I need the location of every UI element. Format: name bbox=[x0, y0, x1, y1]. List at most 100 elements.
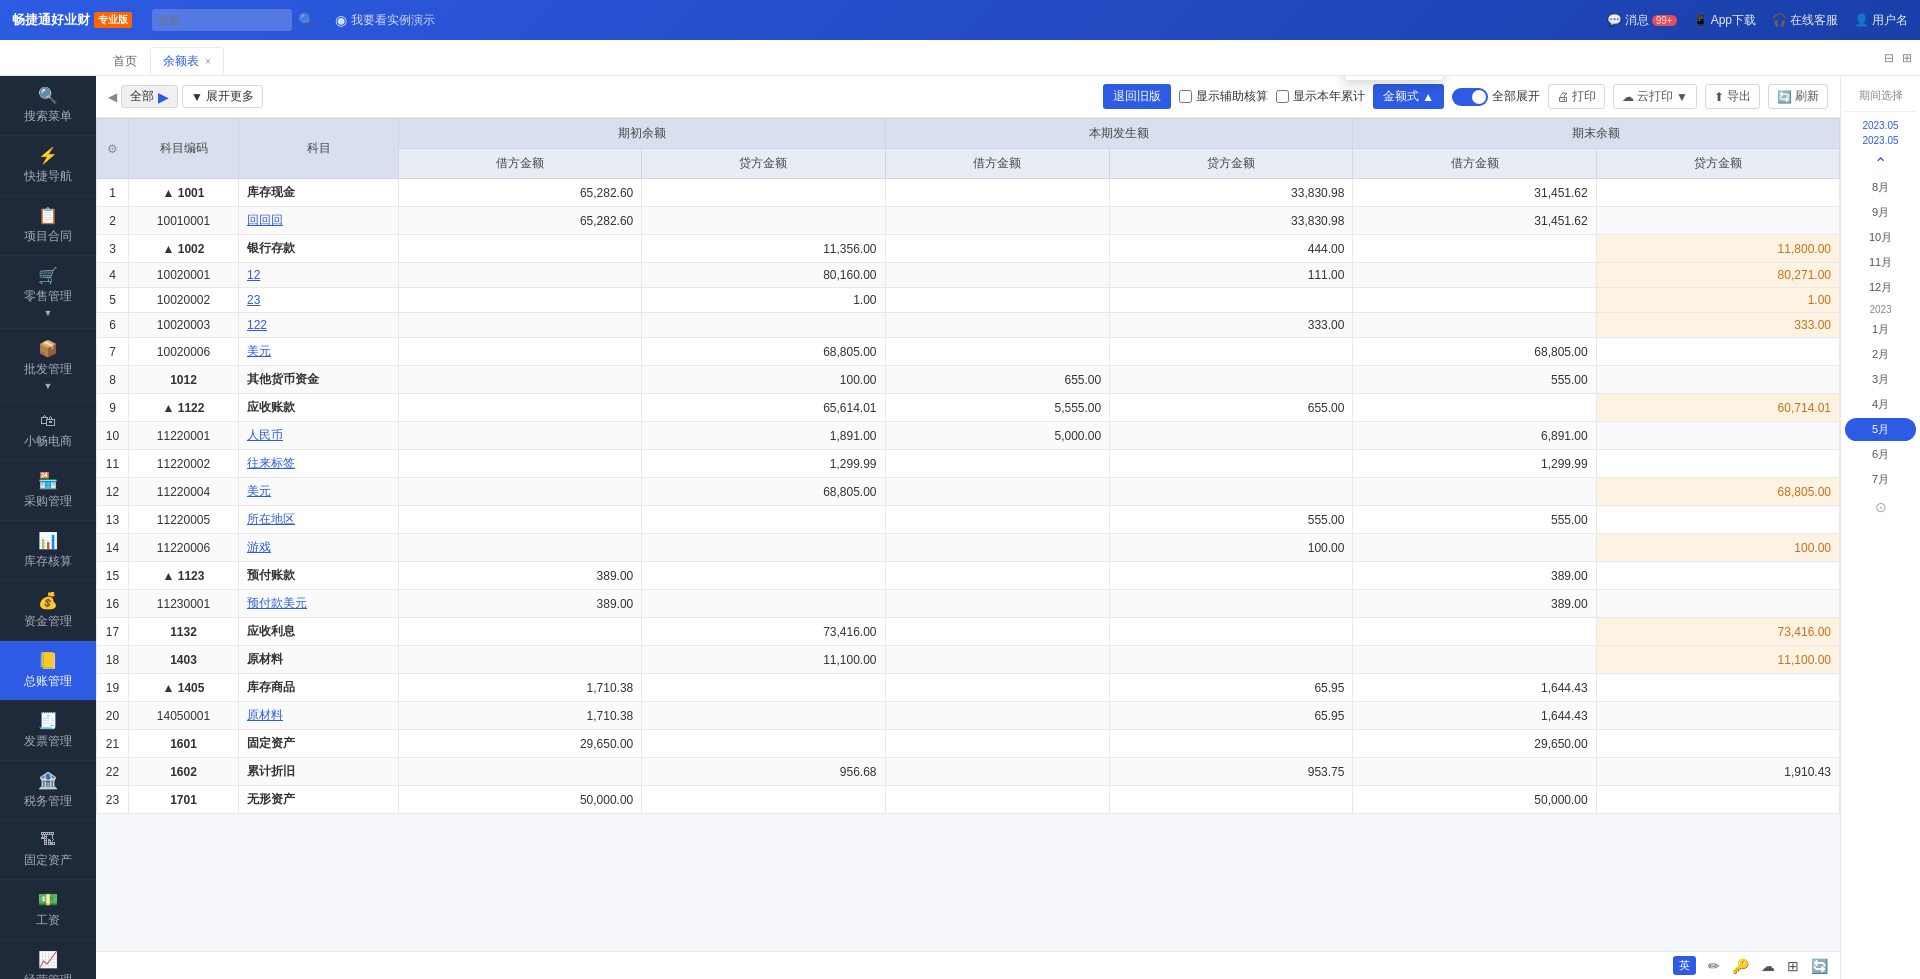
expand-button[interactable]: ▼ 展开更多 bbox=[182, 85, 263, 108]
sidebar-item-finance[interactable]: 💰 资金管理 bbox=[0, 581, 96, 641]
refresh-button[interactable]: 🔄 刷新 bbox=[1768, 84, 1828, 109]
sidebar-item-salary[interactable]: 💵 工资 bbox=[0, 880, 96, 940]
sidebar-item-purchase[interactable]: 🏪 采购管理 bbox=[0, 461, 96, 521]
print-button[interactable]: 🖨 打印 bbox=[1548, 84, 1605, 109]
cell-subject[interactable]: 美元 bbox=[239, 338, 399, 366]
style-dropdown-icon: ▲ bbox=[1422, 90, 1434, 104]
filter-back-icon[interactable]: ◀ bbox=[108, 90, 117, 104]
cell-subject[interactable]: 所在地区 bbox=[239, 506, 399, 534]
sidebar-item-assets[interactable]: 🏗 固定资产 bbox=[0, 821, 96, 880]
panel-down-arrow[interactable]: ⊙ bbox=[1845, 496, 1916, 518]
tab-minimize-icon[interactable]: ⊟ bbox=[1884, 51, 1894, 65]
sidebar-item-wholesale[interactable]: 📦 批发管理 ▼ bbox=[0, 329, 96, 402]
tab-bar: 首页 余额表 × ⊟ ⊞ bbox=[0, 40, 1920, 76]
cell-subject[interactable]: 人民币 bbox=[239, 422, 399, 450]
table-row: 2014050001原材料1,710.3865.951,644.43 bbox=[97, 702, 1840, 730]
month-7[interactable]: 7月 bbox=[1845, 468, 1916, 491]
cell-subject: 固定资产 bbox=[239, 730, 399, 758]
cell-no: 9 bbox=[97, 394, 129, 422]
cell-value bbox=[1353, 646, 1596, 674]
demo-link[interactable]: ◉ 我要看实例演示 bbox=[335, 12, 435, 29]
sidebar-item-ecommerce[interactable]: 🛍 小畅电商 bbox=[0, 402, 96, 461]
key-icon[interactable]: 🔑 bbox=[1732, 958, 1749, 974]
operations-icon: 📈 bbox=[38, 950, 58, 969]
service-button[interactable]: 🎧 在线客服 bbox=[1772, 12, 1838, 29]
message-button[interactable]: 💬 消息 99+ bbox=[1607, 12, 1677, 29]
user-avatar[interactable]: 👤 用户名 bbox=[1854, 12, 1908, 29]
cell-value bbox=[885, 288, 1110, 313]
cell-subject: 原材料 bbox=[239, 646, 399, 674]
month-8[interactable]: 8月 bbox=[1845, 176, 1916, 199]
cell-value: 5,555.00 bbox=[885, 394, 1110, 422]
sidebar-item-tax[interactable]: 🏦 税务管理 bbox=[0, 761, 96, 821]
export-button[interactable]: ⬆ 导出 bbox=[1705, 84, 1760, 109]
cell-value bbox=[399, 338, 642, 366]
tab-close-icon[interactable]: × bbox=[205, 56, 211, 67]
header-search-input[interactable] bbox=[152, 9, 292, 31]
sidebar-item-search[interactable]: 🔍 搜索菜单 bbox=[0, 76, 96, 136]
month-10[interactable]: 10月 bbox=[1845, 226, 1916, 249]
cell-value bbox=[1596, 450, 1839, 478]
sidebar-item-retail[interactable]: 🛒 零售管理 ▼ bbox=[0, 256, 96, 329]
cell-subject[interactable]: 游戏 bbox=[239, 534, 399, 562]
checkbox-aux-input[interactable] bbox=[1179, 90, 1192, 103]
sidebar-item-quicknav[interactable]: ⚡ 快捷导航 bbox=[0, 136, 96, 196]
cell-value bbox=[1596, 506, 1839, 534]
cell-subject[interactable]: 122 bbox=[239, 313, 399, 338]
download-button[interactable]: 📱 App下载 bbox=[1693, 12, 1756, 29]
month-1[interactable]: 1月 bbox=[1845, 318, 1916, 341]
cell-subject[interactable]: 往来标签 bbox=[239, 450, 399, 478]
cell-value bbox=[399, 758, 642, 786]
edit-icon[interactable]: ✏ bbox=[1708, 958, 1720, 974]
cell-value: 11,100.00 bbox=[642, 646, 885, 674]
month-2[interactable]: 2月 bbox=[1845, 343, 1916, 366]
toggle-track[interactable] bbox=[1452, 88, 1488, 106]
tab-home[interactable]: 首页 bbox=[100, 47, 150, 75]
month-9[interactable]: 9月 bbox=[1845, 201, 1916, 224]
filter-tag[interactable]: 全部 ▶ bbox=[121, 85, 178, 108]
cell-value bbox=[399, 450, 642, 478]
checkbox-annual-input[interactable] bbox=[1276, 90, 1289, 103]
cell-no: 5 bbox=[97, 288, 129, 313]
cell-value: 80,160.00 bbox=[642, 263, 885, 288]
style-option-qty-foreign[interactable]: 数量外币式 bbox=[1345, 76, 1443, 80]
month-4[interactable]: 4月 bbox=[1845, 393, 1916, 416]
month-12[interactable]: 12月 bbox=[1845, 276, 1916, 299]
cell-subject[interactable]: 预付款美元 bbox=[239, 590, 399, 618]
cloud-icon[interactable]: ☁ bbox=[1761, 958, 1775, 974]
month-5[interactable]: 5月 bbox=[1845, 418, 1916, 441]
cell-value: 80,271.00 bbox=[1596, 263, 1839, 288]
cell-subject[interactable]: 23 bbox=[239, 288, 399, 313]
cell-value bbox=[885, 562, 1110, 590]
month-11[interactable]: 11月 bbox=[1845, 251, 1916, 274]
cell-subject[interactable]: 12 bbox=[239, 263, 399, 288]
cloud-print-button[interactable]: ☁ 云打印 ▼ bbox=[1613, 84, 1697, 109]
service-icon: 🎧 bbox=[1772, 13, 1787, 27]
style-dropdown-button[interactable]: 金额式 ▲ bbox=[1373, 84, 1444, 109]
tab-expand-icon[interactable]: ⊞ bbox=[1902, 51, 1912, 65]
grid-icon[interactable]: ⊞ bbox=[1787, 958, 1799, 974]
cell-subject[interactable]: 美元 bbox=[239, 478, 399, 506]
cell-subject[interactable]: 原材料 bbox=[239, 702, 399, 730]
sidebar-item-operations[interactable]: 📈 经营管理 bbox=[0, 940, 96, 979]
sidebar-item-contract[interactable]: 📋 项目合同 bbox=[0, 196, 96, 256]
sidebar: 🔍 搜索菜单 ⚡ 快捷导航 📋 项目合同 🛒 零售管理 ▼ 📦 批发管理 ▼ 🛍… bbox=[0, 76, 96, 979]
cell-no: 3 bbox=[97, 235, 129, 263]
column-settings-icon[interactable]: ⚙ bbox=[107, 142, 118, 156]
sidebar-item-inventory[interactable]: 📊 库存核算 bbox=[0, 521, 96, 581]
sidebar-item-accounting[interactable]: 📒 总账管理 bbox=[0, 641, 96, 701]
table-row: 1611230001预付款美元389.00389.00 bbox=[97, 590, 1840, 618]
cell-value: 1,644.43 bbox=[1353, 674, 1596, 702]
sidebar-item-invoice[interactable]: 🧾 发票管理 bbox=[0, 701, 96, 761]
collapse-icon[interactable]: ⊙ bbox=[1875, 499, 1887, 515]
lang-switch-button[interactable]: 英 bbox=[1673, 956, 1696, 975]
cell-subject[interactable]: 回回回 bbox=[239, 207, 399, 235]
sync-icon[interactable]: 🔄 bbox=[1811, 958, 1828, 974]
cell-value bbox=[642, 506, 885, 534]
month-6[interactable]: 6月 bbox=[1845, 443, 1916, 466]
cell-value bbox=[1596, 179, 1839, 207]
tab-balance[interactable]: 余额表 × bbox=[150, 47, 224, 75]
panel-up-arrow[interactable]: ⌃ bbox=[1845, 152, 1916, 175]
month-3[interactable]: 3月 bbox=[1845, 368, 1916, 391]
return-button[interactable]: 退回旧版 bbox=[1103, 84, 1171, 109]
